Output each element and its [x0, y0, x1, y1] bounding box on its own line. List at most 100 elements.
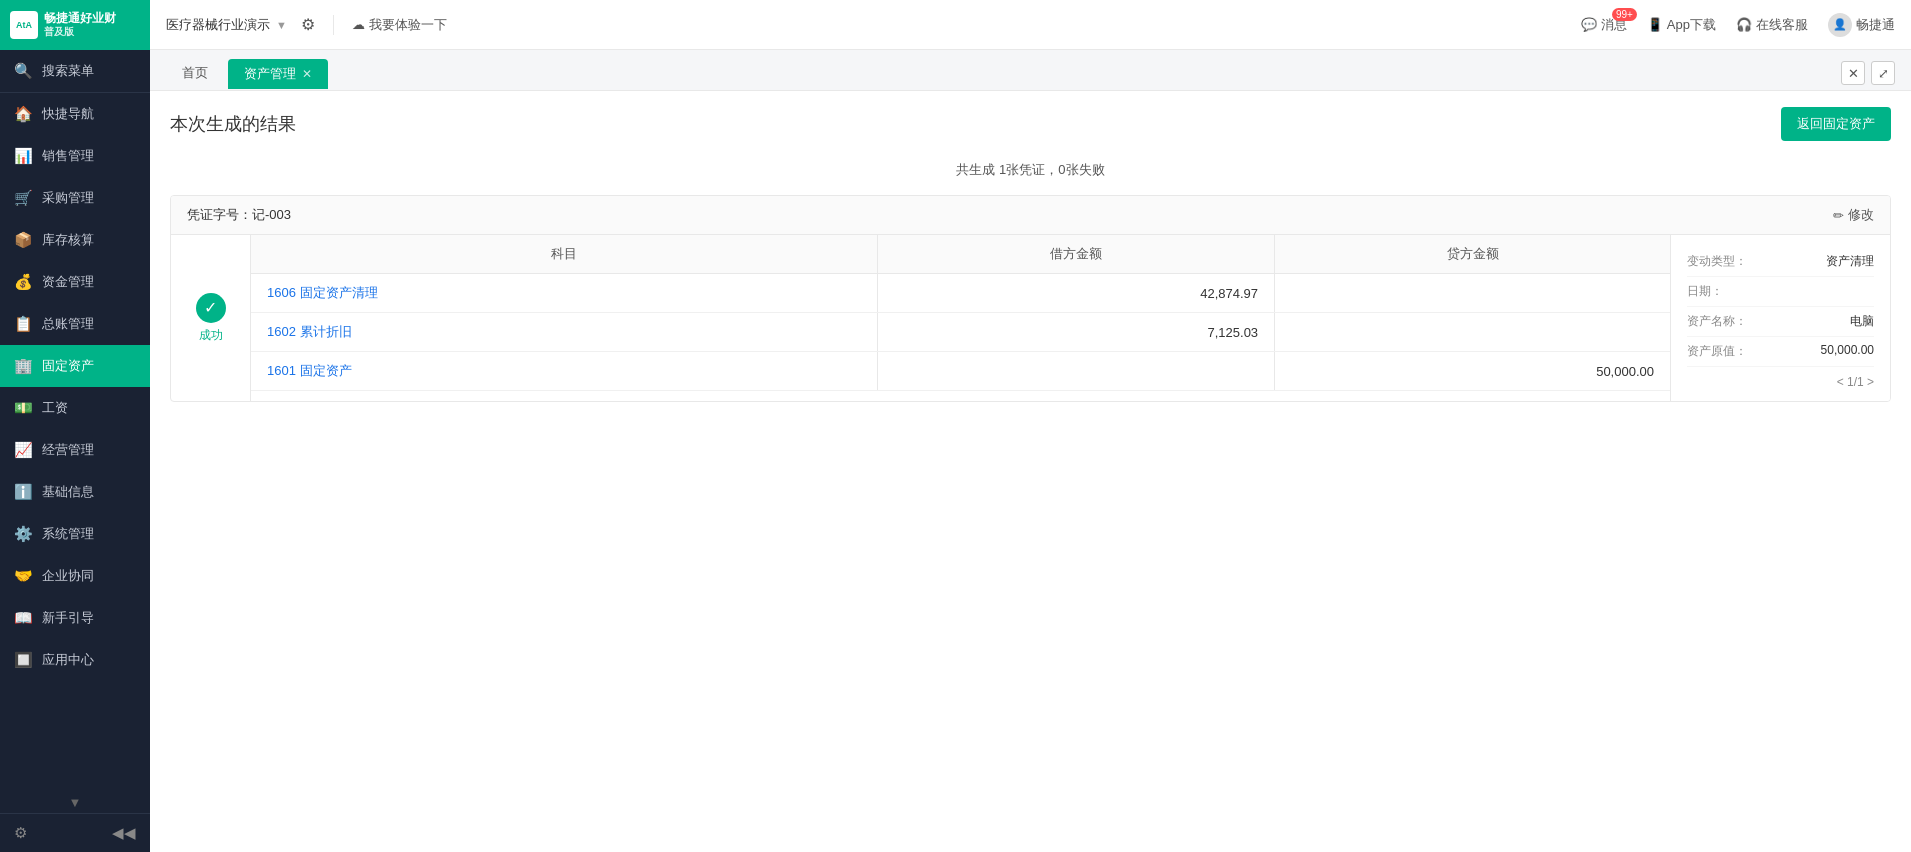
main-area: 医疗器械行业演示 ▼ ⚙ ☁ 我要体验一下 💬 消息 99+ 📱 App下载 🎧…	[150, 0, 1911, 852]
company-selector[interactable]: 医疗器械行业演示 ▼	[166, 16, 287, 34]
sidebar-item-app-center[interactable]: 🔲 应用中心	[0, 639, 150, 681]
side-row-date: 日期：	[1687, 277, 1874, 307]
logo-text: 畅捷通好业财	[44, 11, 116, 25]
sidebar-item-inventory[interactable]: 📦 库存核算	[0, 219, 150, 261]
fixed-assets-icon: 🏢	[14, 357, 32, 375]
sidebar-item-system[interactable]: ⚙️ 系统管理	[0, 513, 150, 555]
original-value-value: 50,000.00	[1821, 343, 1874, 360]
purchase-icon: 🛒	[14, 189, 32, 207]
table-row: 1602 累计折旧 7,125.03	[251, 313, 1670, 352]
message-btn[interactable]: 💬 消息 99+	[1581, 16, 1627, 34]
debit-cell	[877, 352, 1275, 391]
sidebar-item-finance[interactable]: 💰 资金管理	[0, 261, 150, 303]
sidebar-item-search[interactable]: 🔍 搜索菜单	[0, 50, 150, 93]
sidebar-item-label: 新手引导	[42, 609, 94, 627]
debit-cell: 42,874.97	[877, 274, 1275, 313]
message-badge: 99+	[1612, 8, 1637, 21]
topbar-settings-btn[interactable]: ⚙	[301, 15, 315, 34]
edit-button[interactable]: ✏ 修改	[1833, 206, 1874, 224]
col-subject: 科目	[251, 235, 877, 274]
enterprise-icon: 🤝	[14, 567, 32, 585]
ledger-icon: 📋	[14, 315, 32, 333]
page-title: 本次生成的结果	[170, 112, 296, 136]
sidebar-item-label: 库存核算	[42, 231, 94, 249]
change-type-label: 变动类型：	[1687, 253, 1747, 270]
sidebar-item-label: 系统管理	[42, 525, 94, 543]
sidebar-item-purchase[interactable]: 🛒 采购管理	[0, 177, 150, 219]
sidebar-item-sales[interactable]: 📊 销售管理	[0, 135, 150, 177]
credit-cell	[1275, 274, 1670, 313]
sidebar-item-label: 工资	[42, 399, 68, 417]
success-icon: ✓	[196, 293, 226, 323]
logo-icon: AtA	[10, 11, 38, 39]
pagination[interactable]: < 1/1 >	[1687, 367, 1874, 389]
sidebar-item-fixed-assets[interactable]: 🏢 固定资产	[0, 345, 150, 387]
sidebar-scroll-down[interactable]: ▼	[0, 792, 150, 813]
col-debit: 借方金额	[877, 235, 1275, 274]
customer-service-btn[interactable]: 🎧 在线客服	[1736, 16, 1808, 34]
sidebar: AtA 畅捷通好业财 普及版 🔍 搜索菜单 🏠 快捷导航 📊 销售管理 🛒 采购…	[0, 0, 150, 852]
tab-asset-mgmt[interactable]: 资产管理 ✕	[228, 59, 328, 89]
system-icon: ⚙️	[14, 525, 32, 543]
edit-icon: ✏	[1833, 208, 1844, 223]
tabs-bar: 首页 资产管理 ✕ ✕ ⤢	[150, 50, 1911, 91]
sidebar-nav: 🏠 快捷导航 📊 销售管理 🛒 采购管理 📦 库存核算 💰 资金管理 📋 总账管…	[0, 93, 150, 792]
panel-expand-btn[interactable]: ⤢	[1871, 61, 1895, 85]
sidebar-item-ledger[interactable]: 📋 总账管理	[0, 303, 150, 345]
subject-cell[interactable]: 1601 固定资产	[251, 352, 877, 391]
experience-btn[interactable]: ☁ 我要体验一下	[352, 16, 447, 34]
topbar: 医疗器械行业演示 ▼ ⚙ ☁ 我要体验一下 💬 消息 99+ 📱 App下载 🎧…	[150, 0, 1911, 50]
tab-close-btn[interactable]: ✕	[302, 67, 312, 81]
sidebar-item-label: 应用中心	[42, 651, 94, 669]
voucher-table: 科目 借方金额 贷方金额 1606 固定资产清理 42,874.97	[251, 235, 1670, 391]
result-summary: 共生成 1张凭证，0张失败	[170, 161, 1891, 179]
topbar-right: 💬 消息 99+ 📱 App下载 🎧 在线客服 👤 畅捷通	[1581, 13, 1895, 37]
sidebar-item-label: 总账管理	[42, 315, 94, 333]
sidebar-item-label: 销售管理	[42, 147, 94, 165]
payroll-icon: 💵	[14, 399, 32, 417]
sidebar-item-label: 基础信息	[42, 483, 94, 501]
topbar-divider	[333, 15, 334, 35]
table-row: 1601 固定资产 50,000.00	[251, 352, 1670, 391]
asset-name-value: 电脑	[1850, 313, 1874, 330]
voucher-success-indicator: ✓ 成功	[171, 235, 251, 401]
sidebar-logo: AtA 畅捷通好业财 普及版	[0, 0, 150, 50]
sidebar-bottom: ⚙ ◀◀	[0, 813, 150, 852]
app-center-icon: 🔲	[14, 651, 32, 669]
service-icon: 🎧	[1736, 17, 1752, 32]
sidebar-settings-btn[interactable]: ⚙	[14, 824, 27, 842]
app-download-btn[interactable]: 📱 App下载	[1647, 16, 1716, 34]
sidebar-search-label: 搜索菜单	[42, 62, 94, 80]
sidebar-collapse-btn[interactable]: ◀◀	[112, 824, 136, 842]
home-icon: 🏠	[14, 105, 32, 123]
sidebar-item-label: 采购管理	[42, 189, 94, 207]
cloud-icon: ☁	[352, 17, 365, 32]
subject-cell[interactable]: 1602 累计折旧	[251, 313, 877, 352]
basic-info-icon: ℹ️	[14, 483, 32, 501]
sidebar-item-label: 固定资产	[42, 357, 94, 375]
message-icon: 💬	[1581, 17, 1597, 32]
sidebar-item-operations[interactable]: 📈 经营管理	[0, 429, 150, 471]
tab-home[interactable]: 首页	[166, 58, 224, 90]
voucher-block: 凭证字号：记-003 ✏ 修改 ✓ 成功 科目	[170, 195, 1891, 402]
sidebar-item-payroll[interactable]: 💵 工资	[0, 387, 150, 429]
sidebar-item-enterprise[interactable]: 🤝 企业协同	[0, 555, 150, 597]
debit-cell: 7,125.03	[877, 313, 1275, 352]
return-button[interactable]: 返回固定资产	[1781, 107, 1891, 141]
table-row: 1606 固定资产清理 42,874.97	[251, 274, 1670, 313]
user-menu[interactable]: 👤 畅捷通	[1828, 13, 1895, 37]
sidebar-item-basic-info[interactable]: ℹ️ 基础信息	[0, 471, 150, 513]
search-icon: 🔍	[14, 62, 32, 80]
original-value-label: 资产原值：	[1687, 343, 1747, 360]
panel-close-btn[interactable]: ✕	[1841, 61, 1865, 85]
change-type-value: 资产清理	[1826, 253, 1874, 270]
subject-cell[interactable]: 1606 固定资产清理	[251, 274, 877, 313]
sidebar-item-guide[interactable]: 📖 新手引导	[0, 597, 150, 639]
sales-icon: 📊	[14, 147, 32, 165]
page-header: 本次生成的结果 返回固定资产	[170, 107, 1891, 141]
sidebar-item-label: 企业协同	[42, 567, 94, 585]
side-row-original-value: 资产原值： 50,000.00	[1687, 337, 1874, 367]
voucher-number: 凭证字号：记-003	[187, 206, 291, 224]
username: 畅捷通	[1856, 16, 1895, 34]
sidebar-item-quick-nav[interactable]: 🏠 快捷导航	[0, 93, 150, 135]
